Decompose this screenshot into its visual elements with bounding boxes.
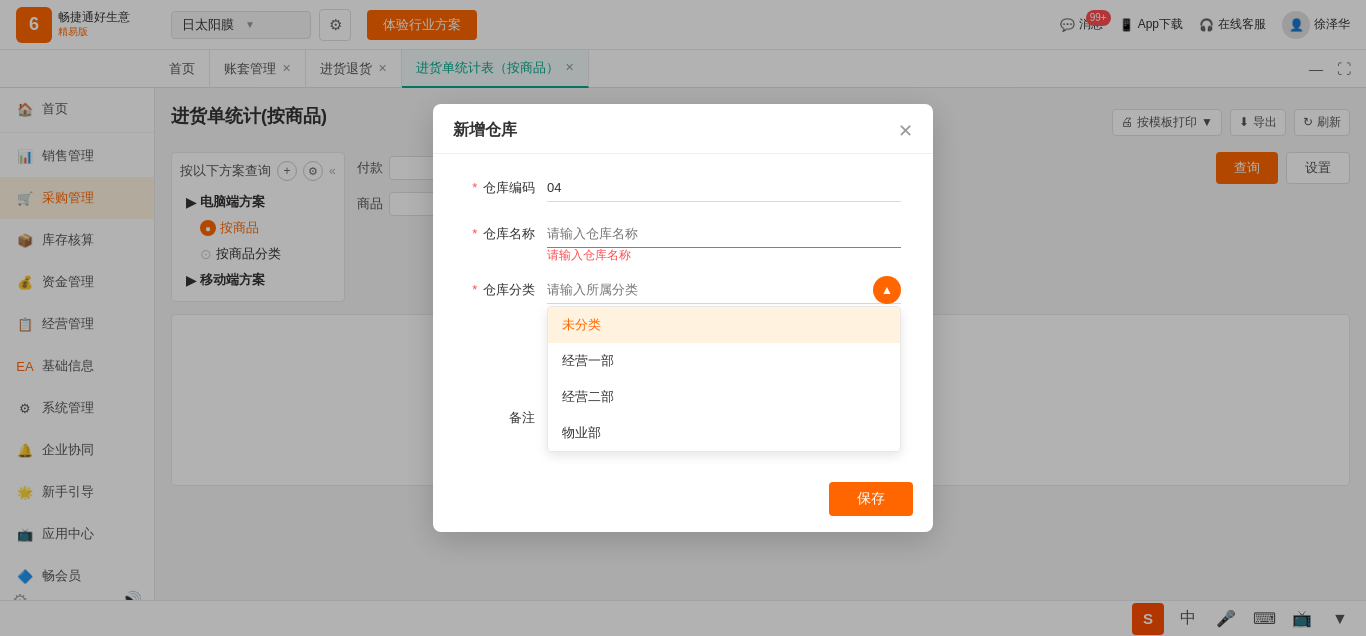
new-warehouse-dialog: 新增仓库 ✕ * 仓库编码 * 仓库名称 请输入仓库名称 (433, 104, 933, 532)
category-arrow-button[interactable]: ▲ (873, 276, 901, 304)
form-row-code: * 仓库编码 (465, 174, 901, 202)
dept2-label: 经营二部 (562, 389, 614, 404)
dropdown-item-dept1[interactable]: 经营一部 (548, 343, 900, 379)
note-label: 备注 (465, 409, 535, 427)
name-input[interactable] (547, 220, 901, 248)
name-error-msg: 请输入仓库名称 (547, 247, 631, 264)
dropdown-item-unclassified[interactable]: 未分类 (548, 307, 900, 343)
dialog-body: * 仓库编码 * 仓库名称 请输入仓库名称 * 仓库分类 (433, 154, 933, 470)
dialog-header: 新增仓库 ✕ (433, 104, 933, 154)
dialog-title: 新增仓库 (453, 120, 517, 141)
dropdown-item-property[interactable]: 物业部 (548, 415, 900, 451)
chevron-up-icon: ▲ (881, 283, 893, 297)
dialog-overlay: 新增仓库 ✕ * 仓库编码 * 仓库名称 请输入仓库名称 (0, 0, 1366, 636)
category-select-wrapper: ▲ 未分类 经营一部 经营二部 物业部 (547, 276, 901, 304)
category-input[interactable] (547, 276, 901, 304)
required-star-code: * (472, 180, 477, 195)
category-dropdown: 未分类 经营一部 经营二部 物业部 (547, 306, 901, 452)
dropdown-item-dept2[interactable]: 经营二部 (548, 379, 900, 415)
category-label: * 仓库分类 (465, 281, 535, 299)
required-star-name: * (472, 226, 477, 241)
form-row-category: * 仓库分类 ▲ 未分类 经营一部 (465, 276, 901, 304)
required-star-category: * (472, 282, 477, 297)
name-label: * 仓库名称 (465, 225, 535, 243)
code-input[interactable] (547, 174, 901, 202)
unclassified-label: 未分类 (562, 317, 601, 332)
property-label: 物业部 (562, 425, 601, 440)
dialog-close-button[interactable]: ✕ (898, 122, 913, 140)
code-label: * 仓库编码 (465, 179, 535, 197)
dept1-label: 经营一部 (562, 353, 614, 368)
form-row-name: * 仓库名称 请输入仓库名称 (465, 220, 901, 248)
dialog-footer: 保存 (433, 470, 933, 532)
save-button[interactable]: 保存 (829, 482, 913, 516)
